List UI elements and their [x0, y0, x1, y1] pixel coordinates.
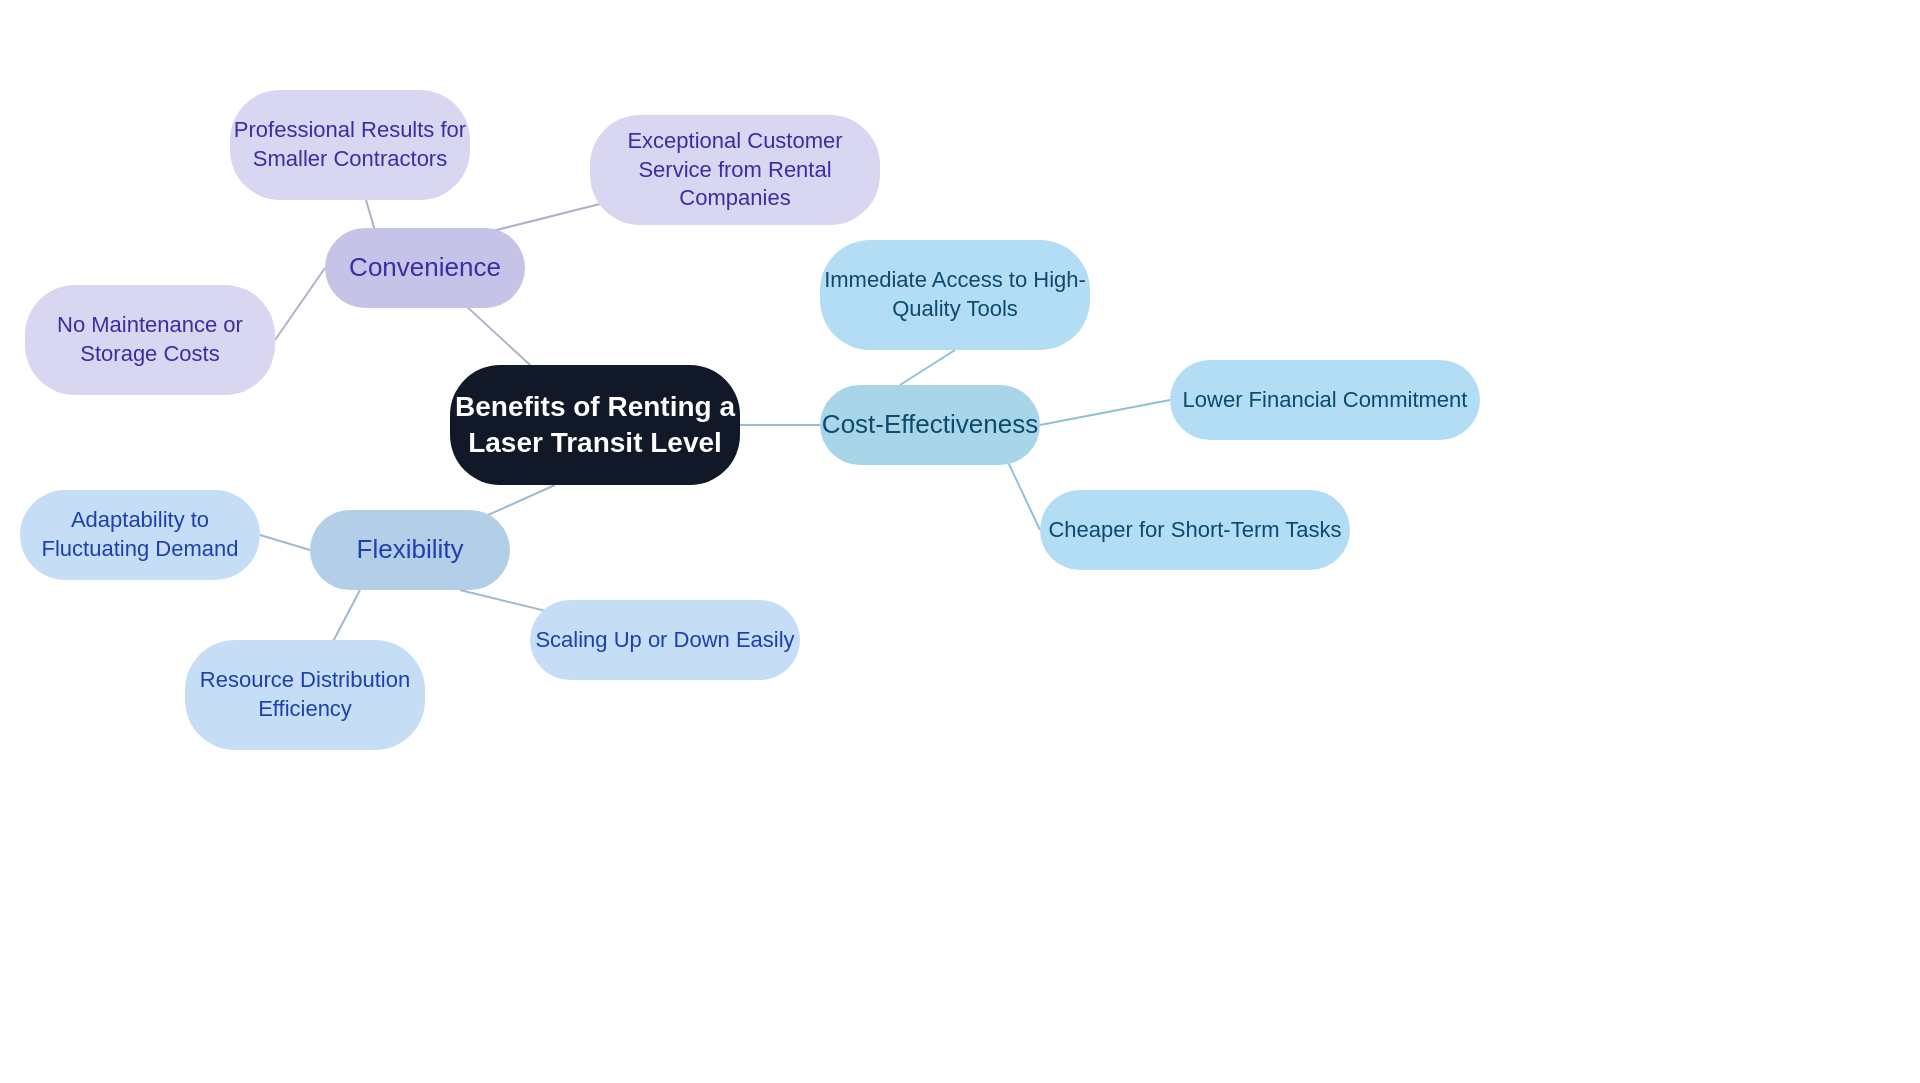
convenience-label: Convenience	[349, 251, 501, 285]
resource-node: Resource Distribution Efficiency	[185, 640, 425, 750]
cheaper-label: Cheaper for Short-Term Tasks	[1048, 516, 1341, 545]
svg-line-3	[275, 268, 325, 340]
costeffectiveness-label: Cost-Effectiveness	[822, 408, 1038, 442]
costeffectiveness-node: Cost-Effectiveness	[820, 385, 1040, 465]
center-node: Benefits of Renting a Laser Transit Leve…	[450, 365, 740, 485]
lowerfinancial-label: Lower Financial Commitment	[1183, 386, 1468, 415]
resource-label: Resource Distribution Efficiency	[185, 666, 425, 723]
svg-line-10	[1040, 400, 1170, 425]
exceptional-node: Exceptional Customer Service from Rental…	[590, 115, 880, 225]
scaling-label: Scaling Up or Down Easily	[535, 626, 794, 655]
convenience-node: Convenience	[325, 228, 525, 308]
lowerfinancial-node: Lower Financial Commitment	[1170, 360, 1480, 440]
flexibility-node: Flexibility	[310, 510, 510, 590]
adaptability-node: Adaptability to Fluctuating Demand	[20, 490, 260, 580]
svg-line-9	[900, 350, 955, 385]
professional-label: Professional Results for Smaller Contrac…	[230, 116, 470, 173]
immediate-label: Immediate Access to High-Quality Tools	[820, 266, 1090, 323]
cheaper-node: Cheaper for Short-Term Tasks	[1040, 490, 1350, 570]
scaling-node: Scaling Up or Down Easily	[530, 600, 800, 680]
nomaintenance-node: No Maintenance or Storage Costs	[25, 285, 275, 395]
svg-line-5	[260, 535, 310, 550]
adaptability-label: Adaptability to Fluctuating Demand	[20, 506, 260, 563]
center-label: Benefits of Renting a Laser Transit Leve…	[450, 389, 740, 462]
flexibility-label: Flexibility	[357, 533, 464, 567]
professional-node: Professional Results for Smaller Contrac…	[230, 90, 470, 200]
nomaintenance-label: No Maintenance or Storage Costs	[25, 311, 275, 368]
exceptional-label: Exceptional Customer Service from Rental…	[590, 127, 880, 213]
immediate-node: Immediate Access to High-Quality Tools	[820, 240, 1090, 350]
